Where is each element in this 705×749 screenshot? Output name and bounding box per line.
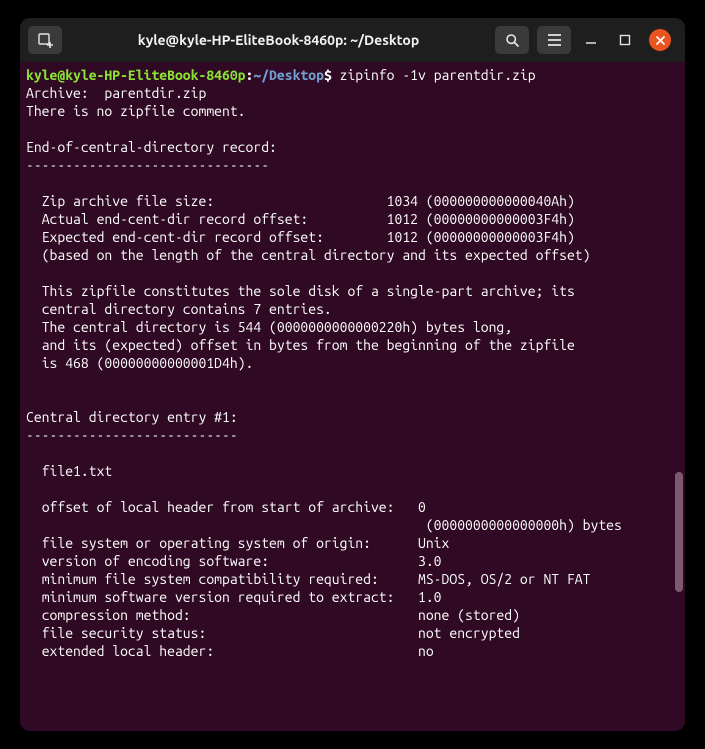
command-output: Archive: parentdir.zip There is no zipfi… xyxy=(26,85,622,659)
prompt-sigil: $ xyxy=(324,67,340,83)
titlebar: kyle@kyle-HP-EliteBook-8460p: ~/Desktop xyxy=(20,18,685,62)
prompt-path: ~/Desktop xyxy=(253,67,324,83)
close-button[interactable] xyxy=(649,29,671,51)
terminal-content[interactable]: kyle@kyle-HP-EliteBook-8460p:~/Desktop$ … xyxy=(20,62,685,731)
maximize-button[interactable] xyxy=(615,30,635,50)
command-text: zipinfo -1v parentdir.zip xyxy=(340,67,536,83)
menu-button[interactable] xyxy=(537,26,571,54)
prompt-user-host: kyle@kyle-HP-EliteBook-8460p xyxy=(26,67,246,83)
scrollbar-thumb[interactable] xyxy=(675,472,683,592)
minimize-button[interactable] xyxy=(581,30,601,50)
new-tab-button[interactable] xyxy=(28,26,62,54)
window-controls xyxy=(579,29,677,51)
window-title: kyle@kyle-HP-EliteBook-8460p: ~/Desktop xyxy=(70,32,487,48)
search-button[interactable] xyxy=(495,26,529,54)
terminal-window: kyle@kyle-HP-EliteBook-8460p: ~/Desktop … xyxy=(20,18,685,731)
